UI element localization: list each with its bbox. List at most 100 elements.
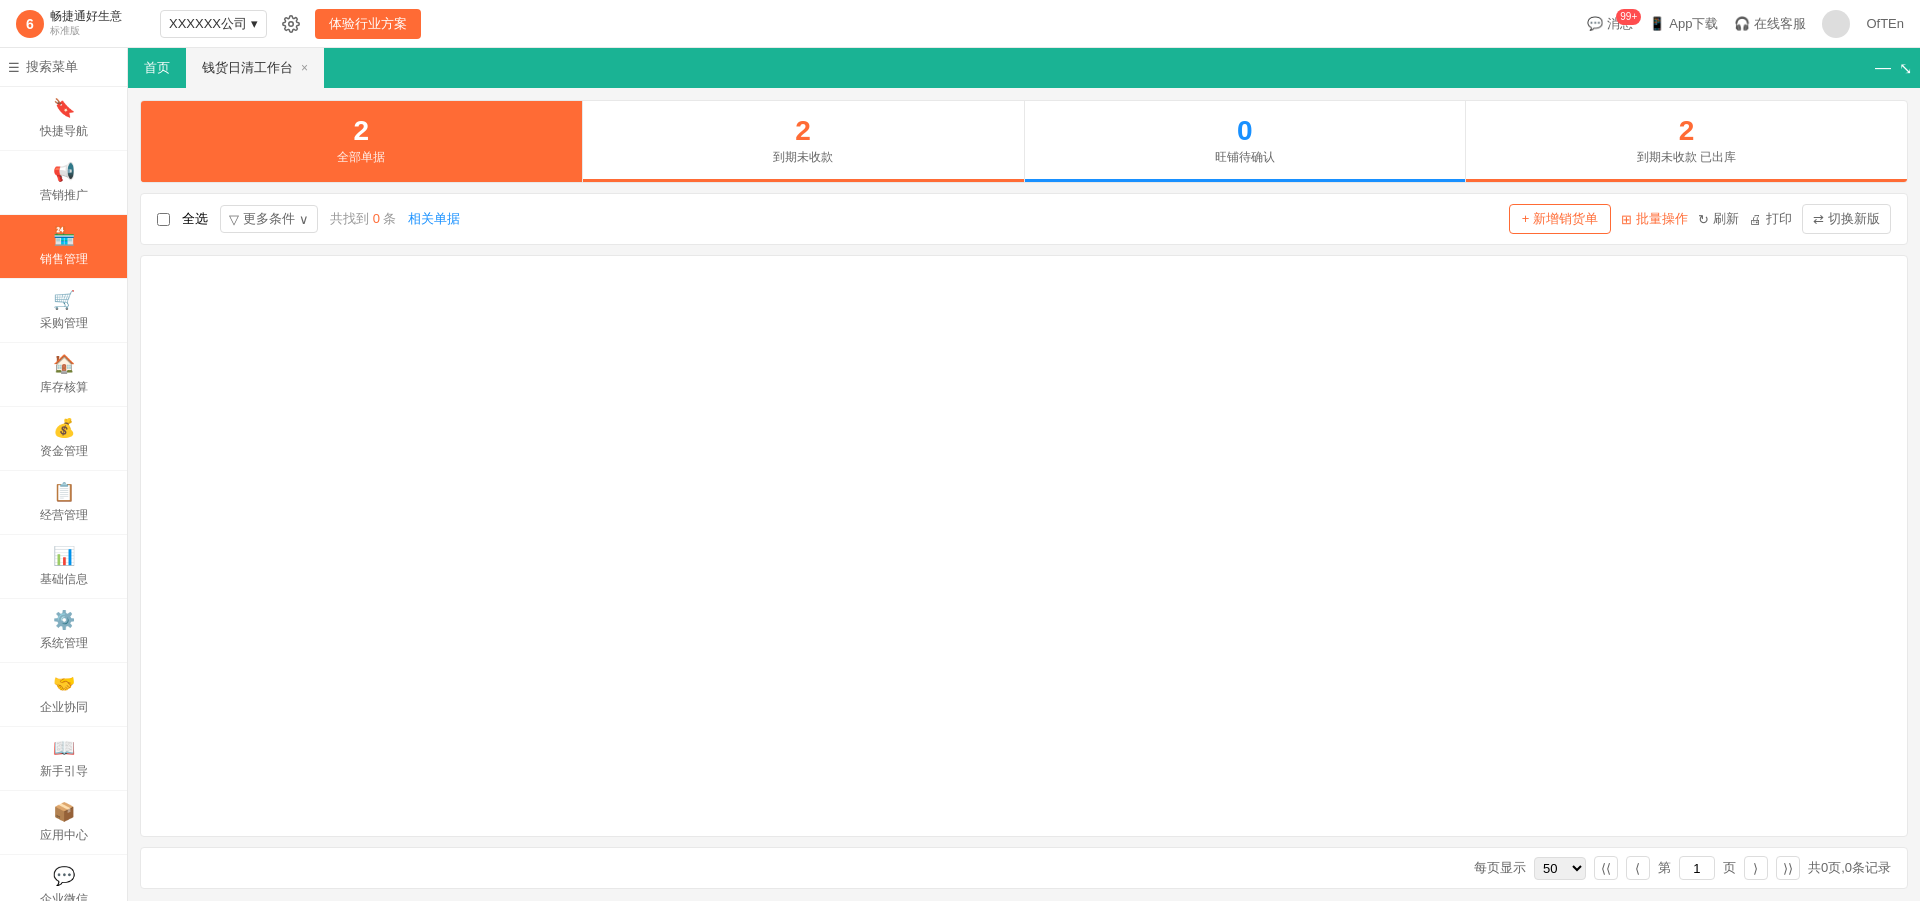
tab-home[interactable]: 首页 bbox=[128, 48, 186, 88]
sidebar-item-sales[interactable]: 🏪 销售管理 bbox=[0, 215, 127, 279]
company-selector[interactable]: XXXXXX公司 ▾ bbox=[160, 10, 267, 38]
found-prefix: 共找到 0 条 bbox=[330, 210, 396, 228]
sidebar-item-operations[interactable]: 📋 经营管理 bbox=[0, 471, 127, 535]
stat-label-all: 全部单据 bbox=[161, 149, 562, 166]
headset-icon: 🎧 bbox=[1734, 16, 1750, 31]
print-button[interactable]: 🖨 打印 bbox=[1749, 210, 1792, 228]
stat-num-overdue-shipped: 2 bbox=[1486, 117, 1887, 145]
logo-edition: 标准版 bbox=[50, 24, 122, 38]
stat-num-overdue: 2 bbox=[603, 117, 1004, 145]
trial-button[interactable]: 体验行业方案 bbox=[315, 9, 421, 39]
stat-card-overdue-shipped[interactable]: 2 到期未收款 已出库 bbox=[1466, 101, 1907, 182]
switch-version-button[interactable]: ⇄ 切换新版 bbox=[1802, 204, 1891, 234]
main-layout: ☰ 搜索菜单 🔖 快捷导航 📢 营销推广 🏪 销售管理 🛒 采购管理 🏠 库存核… bbox=[0, 48, 1920, 901]
related-orders-link[interactable]: 相关单据 bbox=[408, 210, 460, 228]
sidebar-label-wechat: 企业微信 bbox=[40, 891, 88, 901]
print-icon: 🖨 bbox=[1749, 212, 1762, 227]
sidebar-item-quick-nav[interactable]: 🔖 快捷导航 bbox=[0, 87, 127, 151]
marketing-icon: 📢 bbox=[53, 161, 75, 183]
phone-icon: 📱 bbox=[1649, 16, 1665, 31]
sidebar-label-purchase: 采购管理 bbox=[40, 315, 88, 332]
underline-all bbox=[141, 179, 582, 182]
sidebar-item-app-center[interactable]: 📦 应用中心 bbox=[0, 791, 127, 855]
app-center-icon: 📦 bbox=[53, 801, 75, 823]
sidebar-item-inventory[interactable]: 🏠 库存核算 bbox=[0, 343, 127, 407]
sidebar-item-guide[interactable]: 📖 新手引导 bbox=[0, 727, 127, 791]
header-right: 💬 消息 99+ 📱 App下载 🎧 在线客服 OfTEn bbox=[1587, 10, 1904, 38]
settings-button[interactable] bbox=[275, 8, 307, 40]
logo-name: 畅捷通好生意 bbox=[50, 9, 122, 25]
sales-icon: 🏪 bbox=[53, 225, 75, 247]
tab-workbench[interactable]: 钱货日清工作台 × bbox=[186, 48, 324, 88]
sidebar-label-app-center: 应用中心 bbox=[40, 827, 88, 844]
logo-icon: 6 bbox=[16, 10, 44, 38]
sidebar-item-purchase[interactable]: 🛒 采购管理 bbox=[0, 279, 127, 343]
last-page-button[interactable]: ⟩⟩ bbox=[1776, 856, 1800, 880]
sidebar-label-operations: 经营管理 bbox=[40, 507, 88, 524]
next-page-button[interactable]: ⟩ bbox=[1744, 856, 1768, 880]
sidebar-search[interactable]: ☰ 搜索菜单 bbox=[0, 48, 127, 87]
company-dropdown-icon: ▾ bbox=[251, 16, 258, 31]
found-count: 0 bbox=[373, 211, 380, 226]
add-sales-order-button[interactable]: + 新增销货单 bbox=[1509, 204, 1611, 234]
prev-page-button[interactable]: ⟨ bbox=[1626, 856, 1650, 880]
sidebar-item-marketing[interactable]: 📢 营销推广 bbox=[0, 151, 127, 215]
operations-icon: 📋 bbox=[53, 481, 75, 503]
app-download-label: App下载 bbox=[1669, 15, 1718, 33]
online-service-button[interactable]: 🎧 在线客服 bbox=[1734, 15, 1806, 33]
page-label: 第 bbox=[1658, 859, 1671, 877]
page-input[interactable] bbox=[1679, 856, 1715, 880]
stat-num-pending: 0 bbox=[1045, 117, 1446, 145]
stat-card-pending[interactable]: 0 旺铺待确认 bbox=[1025, 101, 1467, 182]
underline-overdue-shipped bbox=[1466, 179, 1907, 182]
select-all-checkbox[interactable] bbox=[157, 213, 170, 226]
tab-maximize-button[interactable]: ⤡ bbox=[1899, 59, 1912, 78]
switch-icon: ⇄ bbox=[1813, 212, 1824, 227]
enterprise-icon: 🤝 bbox=[53, 673, 75, 695]
company-name: XXXXXX公司 bbox=[169, 15, 247, 33]
svg-point-0 bbox=[289, 21, 294, 26]
per-page-select[interactable]: 50 100 200 bbox=[1534, 857, 1586, 880]
sidebar-item-basic-info[interactable]: 📊 基础信息 bbox=[0, 535, 127, 599]
sidebar-item-enterprise[interactable]: 🤝 企业协同 bbox=[0, 663, 127, 727]
select-all-label: 全选 bbox=[182, 210, 208, 228]
dropdown-icon: ∨ bbox=[299, 212, 309, 227]
inventory-icon: 🏠 bbox=[53, 353, 75, 375]
toolbar-left: 全选 ▽ 更多条件 ∨ 共找到 0 条 相关单据 bbox=[157, 205, 1497, 233]
table-area bbox=[140, 255, 1908, 837]
purchase-icon: 🛒 bbox=[53, 289, 75, 311]
tab-workbench-label: 钱货日清工作台 bbox=[202, 59, 293, 77]
message-badge: 99+ bbox=[1616, 9, 1641, 25]
search-menu-icon: ☰ bbox=[8, 60, 20, 75]
sidebar-label-enterprise: 企业协同 bbox=[40, 699, 88, 716]
sidebar-label-basic-info: 基础信息 bbox=[40, 571, 88, 588]
stat-card-overdue[interactable]: 2 到期未收款 bbox=[583, 101, 1025, 182]
sidebar-label-guide: 新手引导 bbox=[40, 763, 88, 780]
message-button[interactable]: 💬 消息 99+ bbox=[1587, 15, 1633, 33]
user-name-button[interactable]: OfTEn bbox=[1866, 16, 1904, 31]
app-download-button[interactable]: 📱 App下载 bbox=[1649, 15, 1718, 33]
page-content: 2 全部单据 2 到期未收款 0 旺铺待确认 2 到期未收款 已出库 bbox=[128, 88, 1920, 901]
more-filters-button[interactable]: ▽ 更多条件 ∨ bbox=[220, 205, 318, 233]
user-avatar[interactable] bbox=[1822, 10, 1850, 38]
sidebar-item-wechat[interactable]: 💬 企业微信 bbox=[0, 855, 127, 901]
sidebar-item-system[interactable]: ⚙️ 系统管理 bbox=[0, 599, 127, 663]
sidebar-label-quick-nav: 快捷导航 bbox=[40, 123, 88, 140]
system-icon: ⚙️ bbox=[53, 609, 75, 631]
tab-close-button[interactable]: × bbox=[301, 61, 308, 75]
batch-operation-button[interactable]: ⊞ 批量操作 bbox=[1621, 210, 1688, 228]
sidebar-label-sales: 销售管理 bbox=[40, 251, 88, 268]
more-filters-label: 更多条件 bbox=[243, 210, 295, 228]
first-page-button[interactable]: ⟨⟨ bbox=[1594, 856, 1618, 880]
sidebar-label-inventory: 库存核算 bbox=[40, 379, 88, 396]
refresh-button[interactable]: ↻ 刷新 bbox=[1698, 210, 1739, 228]
wechat-icon: 💬 bbox=[53, 865, 75, 887]
filter-icon: ▽ bbox=[229, 212, 239, 227]
tab-minimize-button[interactable]: — bbox=[1875, 59, 1891, 77]
pagination-bar: 每页显示 50 100 200 ⟨⟨ ⟨ 第 页 ⟩ ⟩⟩ 共0页,0条记录 bbox=[140, 847, 1908, 889]
sidebar-label-finance: 资金管理 bbox=[40, 443, 88, 460]
refresh-icon: ↻ bbox=[1698, 212, 1709, 227]
sidebar-label-marketing: 营销推广 bbox=[40, 187, 88, 204]
sidebar-item-finance[interactable]: 💰 资金管理 bbox=[0, 407, 127, 471]
stat-card-all[interactable]: 2 全部单据 bbox=[141, 101, 583, 182]
